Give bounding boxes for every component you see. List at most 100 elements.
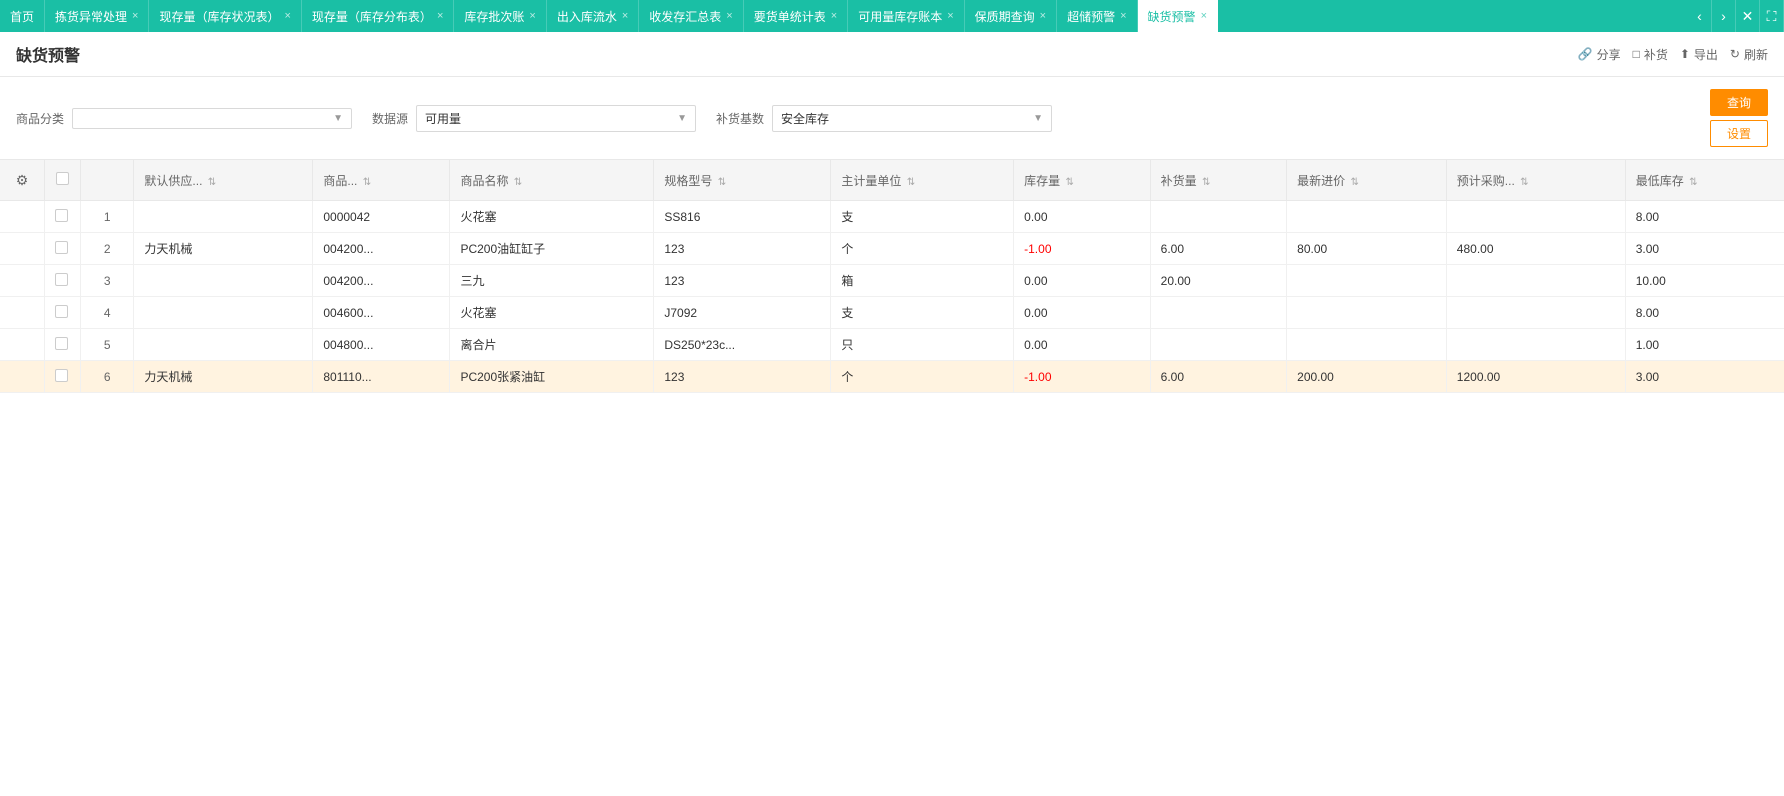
cell-spec-2: 123	[654, 265, 831, 297]
datasource-filter-group: 数据源 可用量 ▼	[372, 105, 696, 132]
tab-close-inventory-status[interactable]: ×	[284, 10, 290, 22]
tab-available-ledger[interactable]: 可用量库存账本 ×	[848, 0, 964, 32]
share-icon: 🔗	[1578, 47, 1593, 61]
export-button[interactable]: ⬆ 导出	[1680, 46, 1718, 63]
tab-scroll-left-btn[interactable]: ‹	[1688, 0, 1712, 32]
cell-row-num-5: 6	[81, 361, 134, 393]
table-row: 3 004200... 三九 123 箱 0.00 20.00 10.00	[0, 265, 1784, 297]
cell-unit-1: 个	[831, 233, 1014, 265]
query-button[interactable]: 查询	[1710, 89, 1768, 116]
tab-close-shortage[interactable]: ×	[1201, 10, 1207, 22]
th-min-stock[interactable]: 最低库存 ⇅	[1625, 160, 1784, 201]
page-container: 缺货预警 🔗 分享 □ 补货 ⬆ 导出 ↻ 刷新 商品分类	[0, 32, 1784, 796]
th-replenish-qty[interactable]: 补货量 ⇅	[1150, 160, 1287, 201]
th-product-name[interactable]: 商品名称 ⇅	[450, 160, 654, 201]
cell-product-name-4: 离合片	[450, 329, 654, 361]
cell-stock-5: -1.00	[1014, 361, 1151, 393]
cell-product-code-3: 004600...	[313, 297, 450, 329]
cell-product-code-5: 801110...	[313, 361, 450, 393]
replenish-button[interactable]: □ 补货	[1633, 46, 1668, 63]
datasource-select-arrow-icon: ▼	[677, 113, 687, 124]
row-checkbox-1[interactable]	[55, 241, 68, 254]
th-product-code[interactable]: 商品... ⇅	[313, 160, 450, 201]
row-checkbox-2[interactable]	[55, 273, 68, 286]
cell-unit-4: 只	[831, 329, 1014, 361]
tab-nav-buttons: ‹ › ✕ ⛶	[1688, 0, 1784, 32]
row-checkbox-4[interactable]	[55, 337, 68, 350]
cell-row-num-1: 2	[81, 233, 134, 265]
category-select[interactable]: ▼	[72, 108, 352, 129]
filter-bar: 商品分类 ▼ 数据源 可用量 ▼ 补货基数 安全库存 ▼ 查询 设置	[0, 77, 1784, 160]
cell-supplier-3	[134, 297, 313, 329]
share-button[interactable]: 🔗 分享	[1578, 46, 1621, 63]
tab-close-order-stats[interactable]: ×	[831, 10, 837, 22]
sort-icon-min-stock: ⇅	[1689, 177, 1697, 188]
select-all-checkbox[interactable]	[56, 172, 69, 185]
th-unit[interactable]: 主计量单位 ⇅	[831, 160, 1014, 201]
tab-close-batch-account[interactable]: ×	[529, 10, 535, 22]
table-row: 4 004600... 火花塞 J7092 支 0.00 8.00	[0, 297, 1784, 329]
sort-icon-unit: ⇅	[907, 177, 915, 188]
replenish-icon: □	[1633, 47, 1640, 61]
cell-stock-2: 0.00	[1014, 265, 1151, 297]
tab-inventory-dist[interactable]: 现存量（库存分布表） ×	[302, 0, 454, 32]
cell-spec-4: DS250*23c...	[654, 329, 831, 361]
cell-supplier-4	[134, 329, 313, 361]
replenish-base-select-arrow-icon: ▼	[1033, 113, 1043, 124]
row-checkbox-5[interactable]	[55, 369, 68, 382]
tab-home[interactable]: 首页	[0, 0, 45, 32]
row-checkbox-3[interactable]	[55, 305, 68, 318]
tab-batch-account[interactable]: 库存批次账 ×	[454, 0, 546, 32]
table-row: 5 004800... 离合片 DS250*23c... 只 0.00 1.00	[0, 329, 1784, 361]
cell-product-name-0: 火花塞	[450, 201, 654, 233]
tab-close-expiry-query[interactable]: ×	[1040, 10, 1046, 22]
table-row: 2 力天机械 004200... PC200油缸缸子 123 个 -1.00 6…	[0, 233, 1784, 265]
cell-latest-price-2	[1287, 265, 1447, 297]
tab-bar: 首页 拣货异常处理 × 现存量（库存状况表） × 现存量（库存分布表） × 库存…	[0, 0, 1784, 32]
cell-spec-3: J7092	[654, 297, 831, 329]
cell-supplier-0	[134, 201, 313, 233]
tab-close-receipt-summary[interactable]: ×	[726, 10, 732, 22]
cell-latest-price-1: 80.00	[1287, 233, 1447, 265]
tab-expiry-query[interactable]: 保质期查询 ×	[965, 0, 1057, 32]
sort-icon-product-name: ⇅	[514, 177, 522, 188]
tab-shortage[interactable]: 缺货预警 ×	[1138, 0, 1218, 32]
th-spec[interactable]: 规格型号 ⇅	[654, 160, 831, 201]
cell-checkbox-1	[45, 233, 81, 265]
cell-replenish-qty-5: 6.00	[1150, 361, 1287, 393]
replenish-base-filter-group: 补货基数 安全库存 ▼	[716, 105, 1052, 132]
refresh-button[interactable]: ↻ 刷新	[1730, 46, 1768, 63]
tab-scroll-right-btn[interactable]: ›	[1712, 0, 1736, 32]
tab-close-available-ledger[interactable]: ×	[947, 10, 953, 22]
sort-icon-product-code: ⇅	[363, 177, 371, 188]
tab-close-inventory-dist[interactable]: ×	[437, 10, 443, 22]
th-default-supplier[interactable]: 默认供应... ⇅	[134, 160, 313, 201]
th-estimated-purchase[interactable]: 预计采购... ⇅	[1446, 160, 1625, 201]
replenish-base-select[interactable]: 安全库存 ▼	[772, 105, 1052, 132]
cell-row-num-0: 1	[81, 201, 134, 233]
cell-estimated-purchase-4	[1446, 329, 1625, 361]
tab-close-inout-flow[interactable]: ×	[622, 10, 628, 22]
tab-close-overstock[interactable]: ×	[1120, 10, 1126, 22]
column-settings-icon[interactable]: ⚙	[10, 168, 34, 192]
tab-receipt-summary[interactable]: 收发存汇总表 ×	[639, 0, 743, 32]
th-stock[interactable]: 库存量 ⇅	[1014, 160, 1151, 201]
cell-spec-5: 123	[654, 361, 831, 393]
row-checkbox-0[interactable]	[55, 209, 68, 222]
tab-close-all-btn[interactable]: ✕	[1736, 0, 1760, 32]
th-latest-price[interactable]: 最新进价 ⇅	[1287, 160, 1447, 201]
tab-inout-flow[interactable]: 出入库流水 ×	[547, 0, 639, 32]
cell-stock-4: 0.00	[1014, 329, 1151, 361]
cell-min-stock-5: 3.00	[1625, 361, 1784, 393]
tab-exception[interactable]: 拣货异常处理 ×	[45, 0, 149, 32]
tab-fullscreen-btn[interactable]: ⛶	[1760, 0, 1784, 32]
settings-button[interactable]: 设置	[1710, 120, 1768, 147]
datasource-select[interactable]: 可用量 ▼	[416, 105, 696, 132]
tab-order-stats[interactable]: 要货单统计表 ×	[744, 0, 848, 32]
cell-product-code-2: 004200...	[313, 265, 450, 297]
tab-close-exception[interactable]: ×	[132, 10, 138, 22]
tab-inventory-status[interactable]: 现存量（库存状况表） ×	[149, 0, 301, 32]
tab-overstock[interactable]: 超储预警 ×	[1057, 0, 1137, 32]
sort-icon-supplier: ⇅	[208, 177, 216, 188]
cell-checkbox-5	[45, 361, 81, 393]
